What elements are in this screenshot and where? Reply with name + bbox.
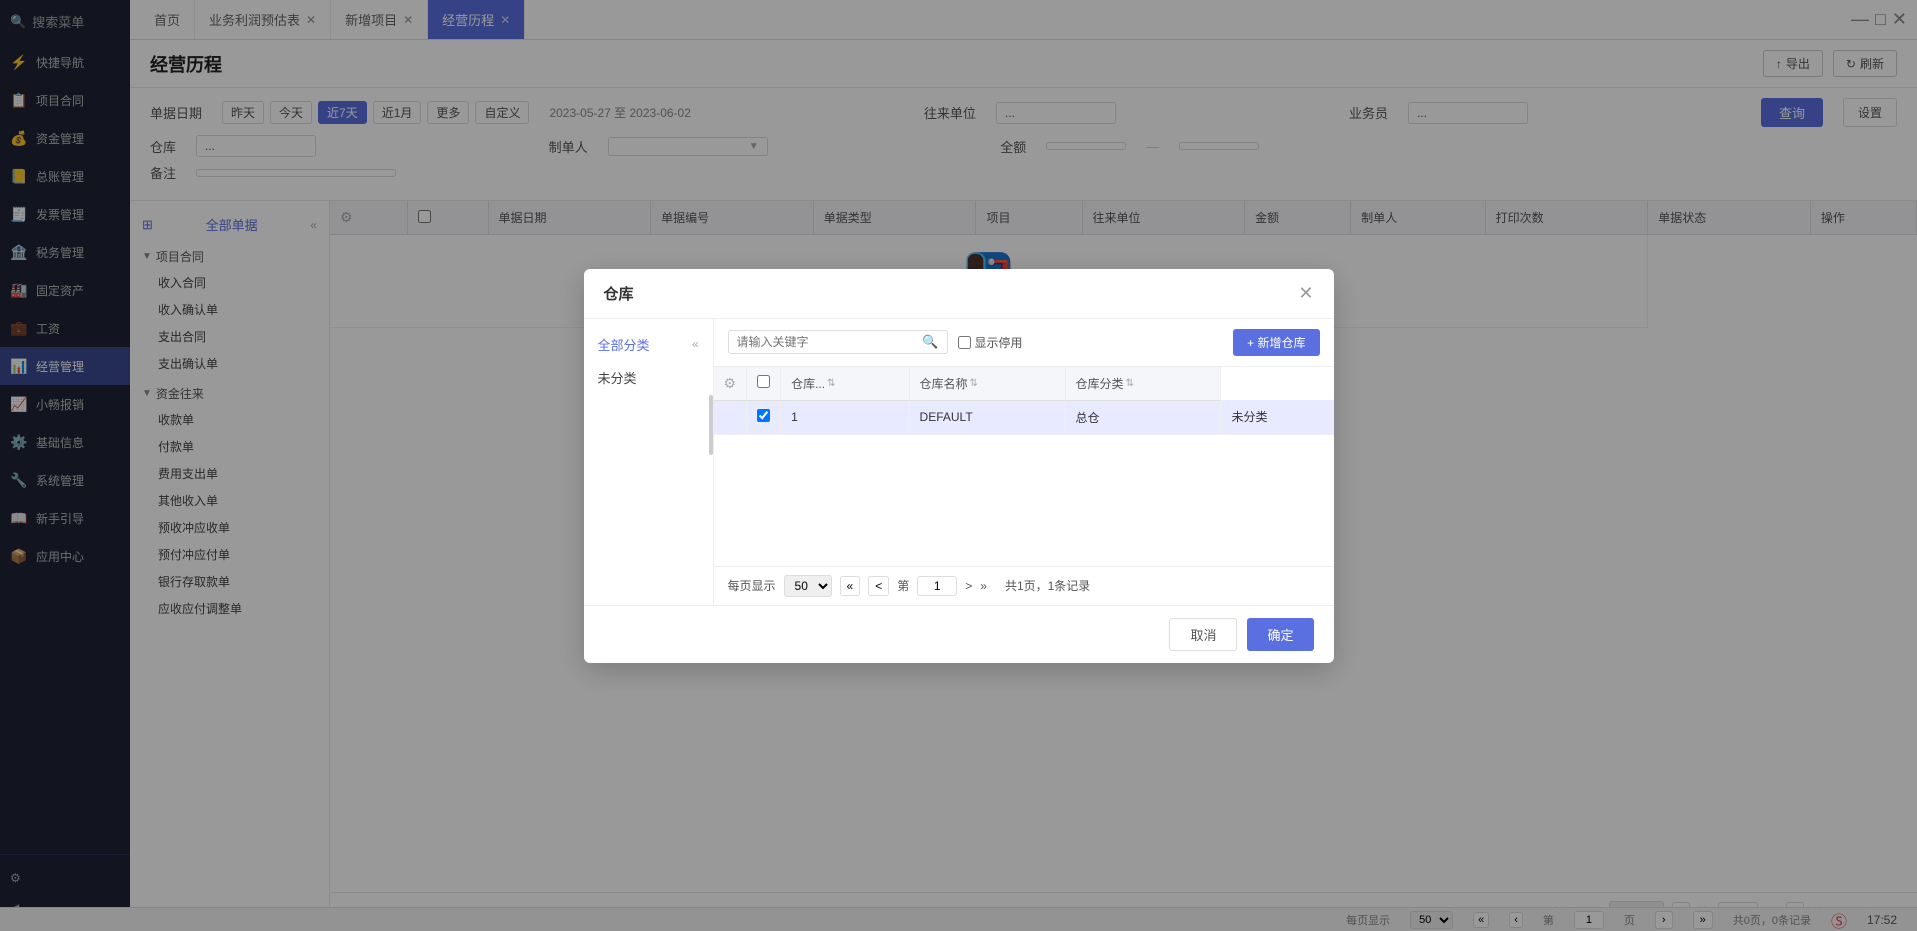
modal-overlay[interactable]: 仓库 ✕ 全部分类 « 未分类 xyxy=(0,0,1917,931)
modal-left-panel: 全部分类 « 未分类 xyxy=(584,319,714,605)
sort-category[interactable]: 仓库分类 ⇅ xyxy=(1076,375,1134,392)
sort-name[interactable]: 仓库名称 ⇅ xyxy=(920,375,978,392)
modal-uncategorized-label: 未分类 xyxy=(598,368,637,387)
row-category-cell: 未分类 xyxy=(1221,400,1333,434)
row-code-cell: DEFAULT xyxy=(909,400,1065,434)
modal-dialog: 仓库 ✕ 全部分类 « 未分类 xyxy=(584,269,1334,663)
modal-title: 仓库 xyxy=(604,283,634,304)
sort-icon-category: ⇅ xyxy=(1126,378,1134,389)
modal-th-name: 仓库名称 ⇅ xyxy=(909,367,1065,401)
row-gear-cell xyxy=(714,400,747,434)
modal-total-text: 共1页，1条记录 xyxy=(1005,577,1090,594)
modal-per-page-label: 每页显示 xyxy=(728,577,776,594)
modal-page-label: 第 xyxy=(897,577,909,594)
sort-code[interactable]: 仓库... ⇅ xyxy=(791,375,835,392)
modal-left-collapse-icon[interactable]: « xyxy=(692,337,699,351)
modal-header: 仓库 ✕ xyxy=(584,269,1334,319)
modal-last-page-btn[interactable]: » xyxy=(980,579,987,593)
modal-next-page-btn[interactable]: > xyxy=(965,579,972,593)
modal-close-btn[interactable]: ✕ xyxy=(1298,283,1313,304)
search-icon: 🔍 xyxy=(922,334,938,350)
modal-left-all[interactable]: 全部分类 « xyxy=(584,329,713,360)
row-name-cell: 总仓 xyxy=(1065,400,1221,434)
row-checkbox[interactable] xyxy=(757,409,770,422)
modal-pagination: 每页显示 50 10 20 « < 第 > » xyxy=(714,566,1334,605)
modal-table-body: 1 DEFAULT 总仓 未分类 xyxy=(714,400,1334,434)
modal-th-code: 仓库... ⇅ xyxy=(781,367,909,401)
row-check-cell xyxy=(747,400,781,434)
modal-th-select-all: ⚙ xyxy=(714,367,747,401)
modal-page-input[interactable] xyxy=(917,576,957,596)
settings-gear-th[interactable]: ⚙ xyxy=(724,375,737,391)
modal-footer: 取消 确定 xyxy=(584,605,1334,663)
sort-icon-name: ⇅ xyxy=(970,378,978,389)
cancel-button[interactable]: 取消 xyxy=(1169,618,1237,651)
modal-prev-page-btn[interactable]: < xyxy=(868,576,889,596)
add-warehouse-btn[interactable]: + 新增仓库 xyxy=(1233,329,1319,356)
modal-table-wrap: ⚙ 仓库... ⇅ xyxy=(714,367,1334,566)
confirm-button[interactable]: 确定 xyxy=(1247,618,1313,651)
modal-page-size-select[interactable]: 50 10 20 xyxy=(784,575,832,597)
modal-table: ⚙ 仓库... ⇅ xyxy=(714,367,1334,435)
modal-th-category: 仓库分类 ⇅ xyxy=(1065,367,1221,401)
modal-search-wrap: 🔍 xyxy=(728,330,948,354)
show-disabled-checkbox[interactable] xyxy=(958,336,971,349)
show-disabled-label[interactable]: 显示停用 xyxy=(958,334,1023,351)
modal-toolbar: 🔍 显示停用 + 新增仓库 xyxy=(714,319,1334,367)
modal-left-uncategorized[interactable]: 未分类 xyxy=(584,360,713,395)
sort-icon-code: ⇅ xyxy=(827,378,835,389)
select-all-checkbox[interactable] xyxy=(757,375,770,388)
modal-table-row[interactable]: 1 DEFAULT 总仓 未分类 xyxy=(714,400,1334,434)
row-id-cell: 1 xyxy=(781,400,909,434)
modal-body: 全部分类 « 未分类 🔍 xyxy=(584,319,1334,605)
modal-right-panel: 🔍 显示停用 + 新增仓库 xyxy=(714,319,1334,605)
modal-search-input[interactable] xyxy=(737,335,919,349)
modal-table-header: ⚙ 仓库... ⇅ xyxy=(714,367,1334,401)
modal-first-page-btn[interactable]: « xyxy=(840,576,861,596)
modal-th-checkbox xyxy=(747,367,781,401)
modal-left-all-label: 全部分类 xyxy=(598,335,650,354)
